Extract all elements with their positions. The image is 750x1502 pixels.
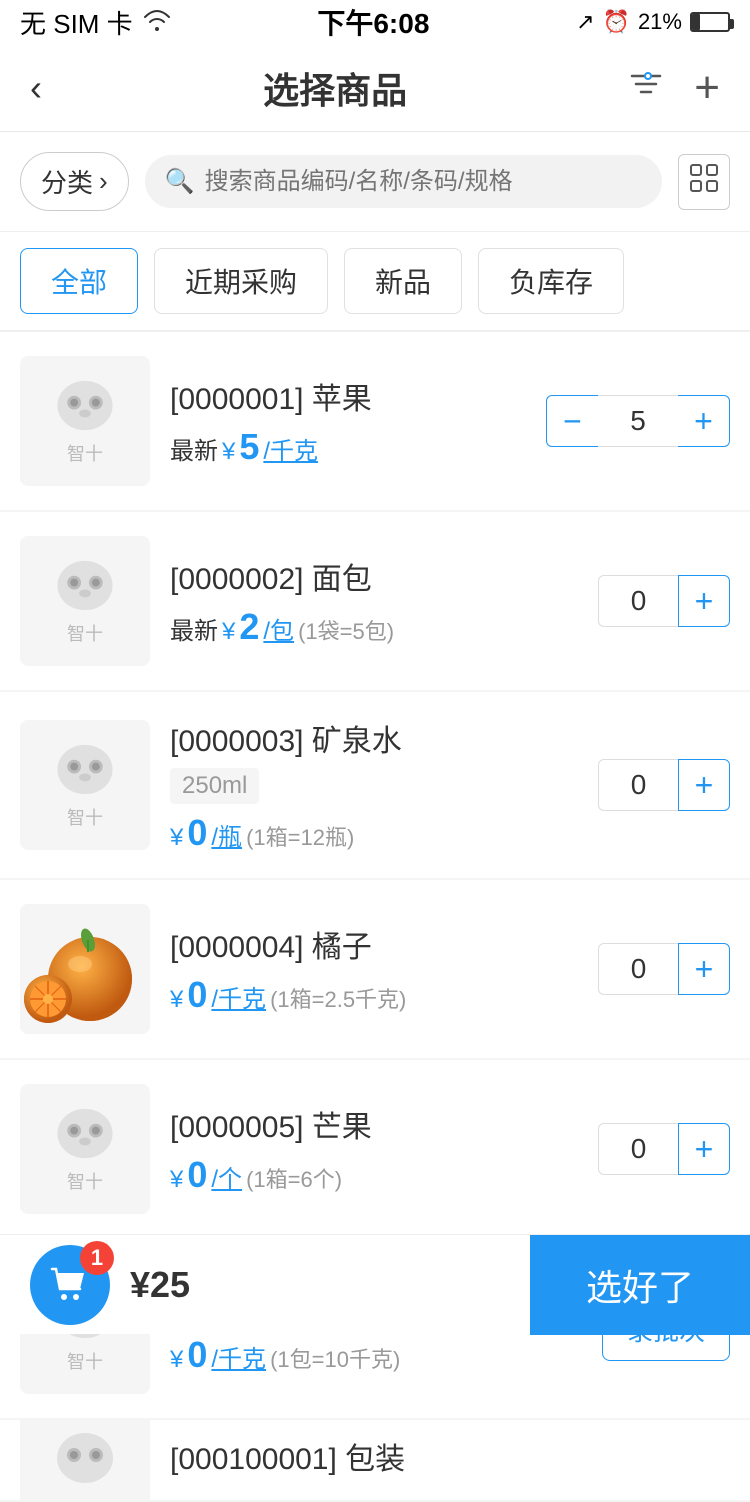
product-price: ¥ 0 /个 (1箱=6个) (170, 1154, 578, 1196)
cart-total: ¥25 (130, 1264, 190, 1306)
quantity-increase-button[interactable]: + (678, 1123, 730, 1175)
tab-bar: 全部 近期采购 新品 负库存 (0, 232, 750, 332)
product-price: 最新 ¥ 2 /包 (1袋=5包) (170, 606, 578, 648)
product-name: [0000004] 橘子 (170, 922, 578, 966)
wifi-icon (143, 7, 171, 38)
tab-new[interactable]: 新品 (344, 248, 462, 314)
product-image: 智十 (20, 536, 150, 666)
product-info: [000100001] 包装 (170, 1434, 730, 1486)
product-info: [0000004] 橘子 ¥ 0 /千克 (1箱=2.5千克) (170, 922, 578, 1016)
product-price: ¥ 0 /千克 (1箱=2.5千克) (170, 974, 578, 1016)
battery-percent: 21% (638, 9, 682, 35)
battery-icon (690, 12, 730, 32)
nav-bar: ‹ 选择商品 + (0, 44, 750, 132)
nav-actions: + (628, 66, 720, 110)
tab-recent[interactable]: 近期采购 (154, 248, 328, 314)
tab-negative[interactable]: 负库存 (478, 248, 624, 314)
confirm-button[interactable]: 选好了 (530, 1235, 750, 1335)
filter-bar: 分类 › 🔍 (0, 132, 750, 232)
quantity-input[interactable] (598, 395, 678, 447)
bottom-bar: 1 ¥25 选好了 (0, 1234, 750, 1334)
category-button[interactable]: 分类 › (20, 152, 129, 211)
product-item: 智十 [0000005] 芒果 ¥ 0 /个 (1箱=6个) + (0, 1060, 750, 1238)
cart-section: 1 ¥25 (0, 1245, 530, 1325)
category-chevron: › (99, 166, 108, 197)
status-right: ↗ ⏰ 21% (576, 9, 730, 35)
product-item: [0000004] 橘子 ¥ 0 /千克 (1箱=2.5千克) + (0, 880, 750, 1058)
cart-icon-wrap[interactable]: 1 (30, 1245, 110, 1325)
search-input[interactable] (205, 168, 642, 196)
quantity-input[interactable] (598, 943, 678, 995)
quantity-increase-button[interactable]: + (678, 395, 730, 447)
product-name: [0000005] 芒果 (170, 1102, 578, 1146)
scan-icon[interactable] (678, 154, 730, 210)
product-item: 智十 [0000002] 面包 最新 ¥ 2 /包 (1袋=5包) + (0, 512, 750, 690)
product-item: [000100001] 包装 (0, 1420, 750, 1500)
product-info: [0000001] 苹果 最新 ¥ 5 /千克 (170, 374, 526, 468)
product-name: [000100001] 包装 (170, 1434, 730, 1478)
quantity-input[interactable] (598, 759, 678, 811)
alarm-icon: ⏰ (603, 9, 630, 35)
product-price: ¥ 0 /瓶 (1箱=12瓶) (170, 812, 578, 854)
product-item: 智十 [0000003] 矿泉水 250ml ¥ 0 /瓶 (1箱=12瓶) + (0, 692, 750, 878)
product-image: 智十 (20, 1084, 150, 1214)
product-spec: 250ml (170, 768, 259, 804)
product-image: 智十 (20, 720, 150, 850)
cart-badge: 1 (80, 1241, 114, 1275)
quantity-input[interactable] (598, 575, 678, 627)
product-price: 最新 ¥ 5 /千克 (170, 426, 526, 468)
add-icon[interactable]: + (694, 66, 720, 110)
category-label: 分类 (41, 163, 93, 200)
product-name: [0000002] 面包 (170, 554, 578, 598)
status-left: 无 SIM 卡 (20, 4, 171, 41)
quantity-control: − + (546, 395, 730, 447)
product-image (20, 1420, 150, 1500)
product-name: [0000003] 矿泉水 (170, 716, 578, 760)
location-icon: ↗ (576, 9, 594, 35)
carrier-text: 无 SIM 卡 (20, 4, 133, 41)
product-image: 智十 (20, 356, 150, 486)
quantity-control: + (598, 943, 730, 995)
product-info: [0000005] 芒果 ¥ 0 /个 (1箱=6个) (170, 1102, 578, 1196)
page-title: 选择商品 (263, 62, 407, 114)
quantity-control: + (598, 1123, 730, 1175)
quantity-decrease-button[interactable]: − (546, 395, 598, 447)
product-item: 智十 [0000001] 苹果 最新 ¥ 5 /千克 − + (0, 332, 750, 510)
quantity-increase-button[interactable]: + (678, 759, 730, 811)
filter-icon[interactable] (628, 68, 664, 108)
product-name: [0000001] 苹果 (170, 374, 526, 418)
product-price: ¥ 0 /千克 (1包=10千克) (170, 1334, 582, 1376)
product-info: [0000002] 面包 最新 ¥ 2 /包 (1袋=5包) (170, 554, 578, 648)
search-box: 🔍 (145, 155, 662, 208)
quantity-increase-button[interactable]: + (678, 575, 730, 627)
quantity-control: + (598, 759, 730, 811)
status-time: 下午6:08 (317, 2, 429, 42)
quantity-input[interactable] (598, 1123, 678, 1175)
product-image (20, 904, 150, 1034)
product-info: [0000003] 矿泉水 250ml ¥ 0 /瓶 (1箱=12瓶) (170, 716, 578, 854)
quantity-increase-button[interactable]: + (678, 943, 730, 995)
status-bar: 无 SIM 卡 下午6:08 ↗ ⏰ 21% (0, 0, 750, 44)
tab-all[interactable]: 全部 (20, 248, 138, 314)
search-icon: 🔍 (165, 167, 195, 196)
quantity-control: + (598, 575, 730, 627)
back-button[interactable]: ‹ (30, 67, 42, 109)
